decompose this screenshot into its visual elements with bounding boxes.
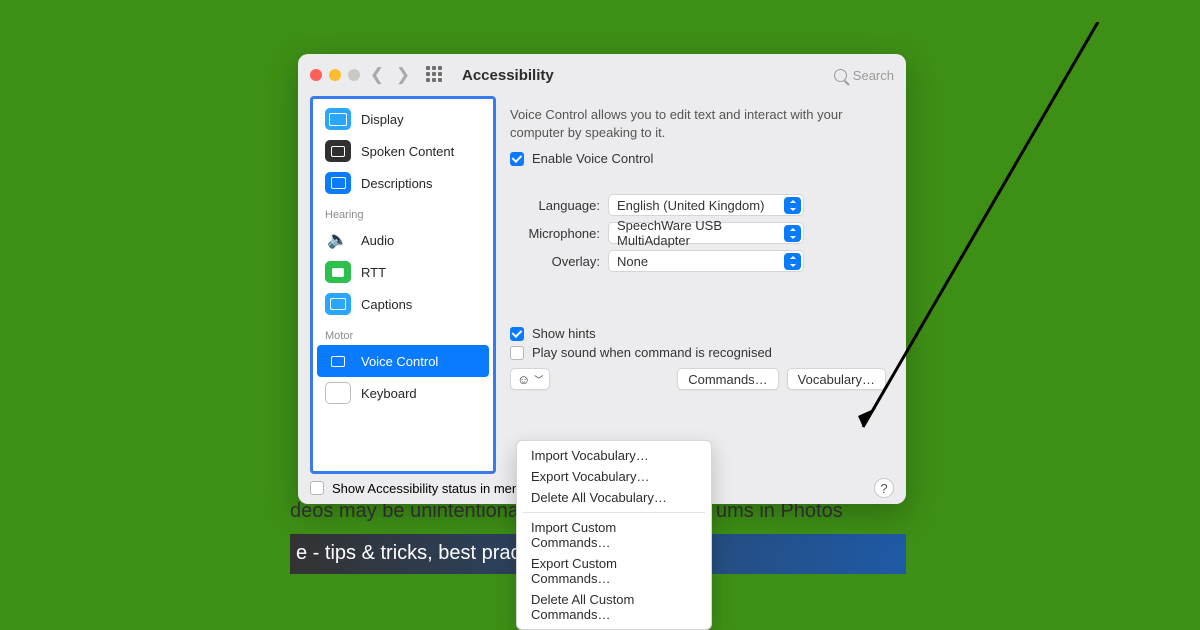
keyboard-icon [325,382,351,404]
sidebar-item-audio[interactable]: 🔈 Audio [317,224,489,256]
show-hints-label: Show hints [532,326,596,341]
sidebar-item-label: Display [361,112,404,127]
play-sound-label: Play sound when command is recognised [532,345,772,360]
spoken-icon [325,140,351,162]
enable-voice-control-label: Enable Voice Control [532,151,653,166]
show-status-checkbox[interactable] [310,481,324,495]
sidebar-item-spoken[interactable]: Spoken Content [317,135,489,167]
overlay-select[interactable]: None [608,250,804,272]
sidebar-item-label: Voice Control [361,354,438,369]
vocabulary-button[interactable]: Vocabulary… [787,368,886,390]
language-value: English (United Kingdom) [617,198,764,213]
sidebar-item-label: Descriptions [361,176,433,191]
sidebar-item-label: Captions [361,297,412,312]
sidebar-item-keyboard[interactable]: Keyboard [317,377,489,409]
display-icon [325,108,351,130]
sidebar: Display Spoken Content Descriptions Hear… [310,96,496,474]
face-icon: ☺ [517,372,530,387]
menu-delete-all-vocabulary[interactable]: Delete All Vocabulary… [517,487,711,508]
overlay-label: Overlay: [510,254,600,269]
language-select[interactable]: English (United Kingdom) [608,194,804,216]
chevron-updown-icon [784,197,801,214]
nav-forward-button[interactable]: ❯ [394,65,412,85]
sidebar-item-rtt[interactable]: RTT [317,256,489,288]
nav-back-button[interactable]: ❮ [368,65,386,85]
chevron-down-icon: ﹀ [534,373,543,386]
commands-button[interactable]: Commands… [677,368,778,390]
sidebar-item-label: Spoken Content [361,144,454,159]
sidebar-heading-motor: Motor [317,320,489,345]
show-hints-row[interactable]: Show hints [510,326,886,341]
actions-menu-button[interactable]: ☺ ﹀ [510,368,550,390]
descriptions-icon [325,172,351,194]
search-placeholder: Search [853,68,894,83]
menu-separator [523,512,705,513]
microphone-value: SpeechWare USB MultiAdapter [617,218,781,248]
overlay-value: None [617,254,648,269]
chevron-updown-icon [784,253,801,270]
menu-export-vocabulary[interactable]: Export Vocabulary… [517,466,711,487]
search-icon [834,69,847,82]
rtt-icon [325,261,351,283]
pane-description: Voice Control allows you to edit text an… [510,106,886,141]
close-icon[interactable] [310,69,322,81]
enable-voice-control-row[interactable]: Enable Voice Control [510,151,886,166]
minimize-icon[interactable] [329,69,341,81]
show-hints-checkbox[interactable] [510,327,524,341]
microphone-label: Microphone: [510,226,600,241]
sidebar-item-captions[interactable]: Captions [317,288,489,320]
play-sound-checkbox[interactable] [510,346,524,360]
microphone-select[interactable]: SpeechWare USB MultiAdapter [608,222,804,244]
sidebar-heading-hearing: Hearing [317,199,489,224]
bg-text-2: e - tips & tricks, best pract [296,542,526,565]
zoom-icon[interactable] [348,69,360,81]
language-label: Language: [510,198,600,213]
menu-export-custom-commands[interactable]: Export Custom Commands… [517,553,711,589]
sidebar-item-label: Audio [361,233,394,248]
menu-import-custom-commands[interactable]: Import Custom Commands… [517,517,711,553]
chevron-updown-icon [784,225,801,242]
actions-dropdown-menu: Import Vocabulary… Export Vocabulary… De… [516,440,712,630]
voice-control-icon [325,350,351,372]
sidebar-item-label: Keyboard [361,386,417,401]
window-title: Accessibility [462,67,554,84]
content-pane: Voice Control allows you to edit text an… [496,96,906,474]
menu-delete-all-custom-commands[interactable]: Delete All Custom Commands… [517,589,711,625]
captions-icon [325,293,351,315]
play-sound-row[interactable]: Play sound when command is recognised [510,345,886,360]
sidebar-item-label: RTT [361,265,386,280]
show-status-label: Show Accessibility status in menu [332,481,526,496]
preferences-window: ❮ ❯ Accessibility Search Display Spoken … [298,54,906,504]
menu-import-vocabulary[interactable]: Import Vocabulary… [517,445,711,466]
search-field[interactable]: Search [834,68,894,83]
titlebar: ❮ ❯ Accessibility Search [298,54,906,96]
sidebar-item-descriptions[interactable]: Descriptions [317,167,489,199]
audio-icon: 🔈 [325,229,351,251]
show-all-button[interactable] [426,66,444,84]
enable-voice-control-checkbox[interactable] [510,152,524,166]
help-button[interactable]: ? [874,478,894,498]
sidebar-item-display[interactable]: Display [317,103,489,135]
window-controls[interactable] [310,69,360,81]
sidebar-item-voice-control[interactable]: Voice Control [317,345,489,377]
